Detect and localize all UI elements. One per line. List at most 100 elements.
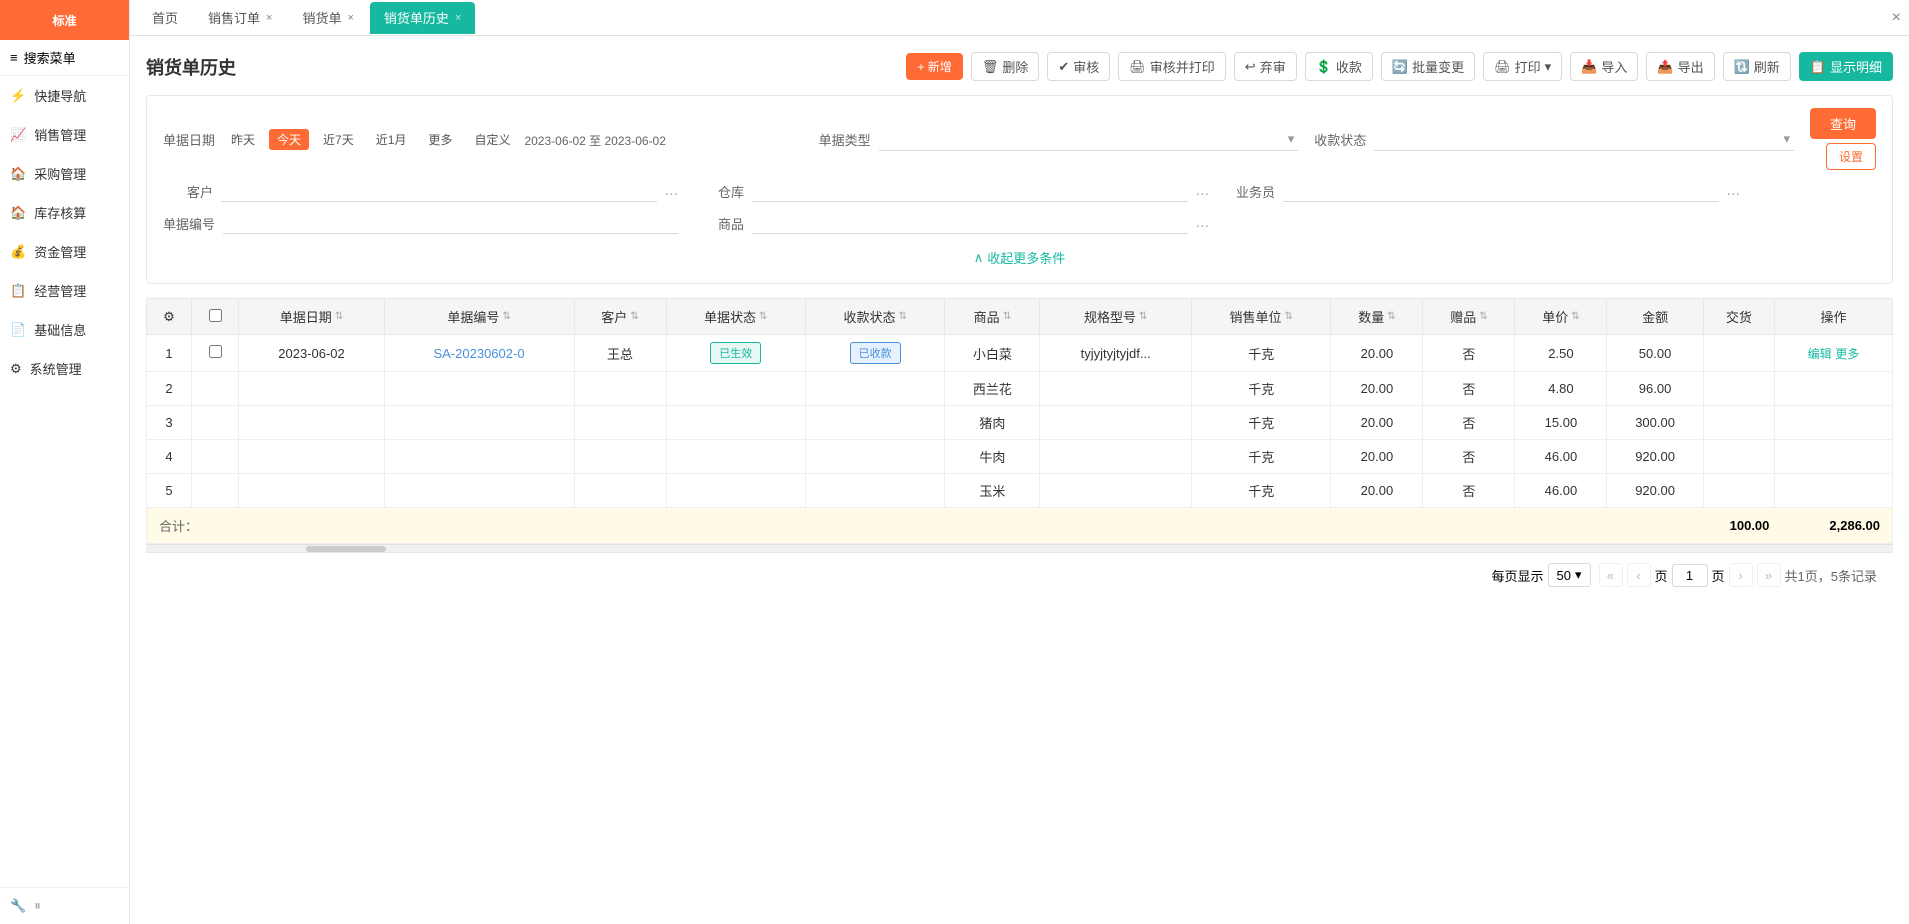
row-actions-2 [1774,406,1892,440]
abandon-button[interactable]: ↩ 弃审 [1234,52,1297,81]
row-checkbox-4[interactable] [192,474,239,508]
sidebar-logo: 标准 [0,0,129,40]
unit-price-sort-icon[interactable]: ⇅ [1571,311,1579,322]
row-index-3: 4 [147,440,192,474]
batch-change-button[interactable]: 🔄 批量变更 [1381,52,1475,81]
print-button[interactable]: 🖨 打印 ▾ [1483,52,1562,81]
doc-type-select[interactable]: ▾ [879,128,1299,151]
sidebar-item-sales-mgmt[interactable]: 📈 销售管理 [0,115,129,154]
sales-rep-dots[interactable]: ... [1727,182,1740,200]
delete-icon: 🗑 [982,59,999,75]
sales-unit-sort-icon[interactable]: ⇅ [1285,311,1293,322]
sidebar-item-label: 搜索菜单 [24,48,76,67]
date-chip-1month[interactable]: 近1月 [368,129,415,150]
warehouse-dots[interactable]: ... [1196,182,1209,200]
tab-sales-order-close[interactable]: × [266,12,272,24]
export-button[interactable]: 📤 导出 [1646,52,1714,81]
action-link[interactable]: 编辑 [1808,347,1832,361]
doc-status-sort-icon[interactable]: ⇅ [759,311,767,322]
customer-sort-icon[interactable]: ⇅ [630,311,638,322]
sidebar-item-search-menu[interactable]: ≡ 搜索菜单 [0,40,129,76]
new-button[interactable]: + 新增 [906,53,962,80]
date-chip-yesterday[interactable]: 昨天 [223,129,263,150]
page-title: 销货单历史 [146,54,906,80]
date-chip-today[interactable]: 今天 [269,129,309,150]
tab-home[interactable]: 首页 [138,2,192,34]
filter-customer-field: 客户 ... [163,180,678,202]
goods-sort-icon[interactable]: ⇅ [1003,311,1011,322]
row-spec-type-2 [1040,406,1192,440]
refresh-button[interactable]: 🔃 刷新 [1723,52,1791,81]
scroll-thumb[interactable] [306,546,386,552]
sidebar-item-purchase-mgmt[interactable]: 🏠 采购管理 [0,154,129,193]
row-collect-status-1 [805,372,944,406]
setting-button[interactable]: 设置 [1826,143,1876,170]
sidebar-item-system-mgmt[interactable]: ⚙ 系统管理 [0,349,129,388]
collect-status-select[interactable]: ▾ [1374,128,1794,151]
doc-no-input[interactable] [223,212,678,234]
row-sales-unit-2: 千克 [1191,406,1330,440]
row-checkbox-3[interactable] [192,440,239,474]
horizontal-scrollbar[interactable] [146,544,1893,552]
doc-no-link[interactable]: SA-20230602-0 [433,346,524,361]
page-number-input[interactable] [1672,564,1708,587]
search-menu-icon: ≡ [10,50,18,65]
sidebar-item-inventory-calc[interactable]: 🏠 库存核算 [0,193,129,232]
row-sales-unit-0: 千克 [1191,335,1330,372]
tab-sales-history[interactable]: 销货单历史 × [370,2,475,34]
next-page-button[interactable]: › [1729,563,1753,587]
prev-page-button[interactable]: ‹ [1627,563,1651,587]
first-page-button[interactable]: « [1599,563,1623,587]
row-checkbox-2[interactable] [192,406,239,440]
row-customer-3 [574,440,666,474]
row-checkbox-1[interactable] [192,372,239,406]
sidebar-item-finance-mgmt[interactable]: 💰 资金管理 [0,232,129,271]
last-page-button[interactable]: » [1757,563,1781,587]
show-detail-button[interactable]: 📋 显示明细 [1799,52,1893,81]
collect-button[interactable]: 💲 收款 [1305,52,1373,81]
collapse-button[interactable]: ∧ 收起更多条件 [163,244,1876,271]
sidebar-item-ops-mgmt[interactable]: 📋 经营管理 [0,271,129,310]
date-chip-custom[interactable]: 自定义 [466,129,518,150]
collect-status-sort-icon[interactable]: ⇅ [898,311,906,322]
sidebar-item-basic-info[interactable]: 📄 基础信息 [0,310,129,349]
table-settings-icon[interactable]: ⚙ [163,309,175,324]
row-amount-3: 920.00 [1607,440,1703,474]
sidebar-bottom-icon1[interactable]: 🔧 [10,898,26,914]
tabbar-window-close[interactable]: × [1892,9,1901,27]
date-chip-more[interactable]: 更多 [420,129,460,150]
tab-sales-order[interactable]: 销售订单 × [194,2,286,34]
select-all-checkbox[interactable] [209,309,222,322]
doc-no-sort-icon[interactable]: ⇅ [502,311,510,322]
action-link[interactable]: 更多 [1835,347,1859,361]
sales-rep-input[interactable] [1283,180,1719,202]
row-quantity-3: 20.00 [1331,440,1423,474]
row-doc-no-1 [384,372,574,406]
col-settings[interactable]: ⚙ [147,299,192,335]
delete-button[interactable]: 🗑 删除 [971,52,1040,81]
row-checkbox-0[interactable] [192,335,239,372]
spec-type-sort-icon[interactable]: ⇅ [1139,311,1147,322]
tab-sales-delivery[interactable]: 销货单 × [288,2,367,34]
warehouse-input[interactable] [752,180,1188,202]
audit-print-button[interactable]: 🖨 审核并打印 [1118,52,1226,81]
query-button[interactable]: 查询 [1810,108,1876,139]
page-size-dropdown[interactable]: 50 ▾ [1548,563,1591,587]
goods-input[interactable] [752,212,1188,234]
audit-button[interactable]: ✔ 审核 [1047,52,1110,81]
date-chip-7days[interactable]: 近7天 [315,129,362,150]
sidebar-bottom-icon2[interactable]: ⏸ [34,898,41,914]
customer-input[interactable] [221,180,657,202]
row-checkbox[interactable] [209,345,222,358]
row-doc-status-2 [666,406,805,440]
gift-sort-icon[interactable]: ⇅ [1479,311,1487,322]
sidebar-item-quick-nav[interactable]: ⚡ 快捷导航 [0,76,129,115]
tab-sales-history-close[interactable]: × [455,12,461,24]
tab-sales-delivery-close[interactable]: × [347,12,353,24]
quantity-sort-icon[interactable]: ⇅ [1387,311,1395,322]
customer-dots[interactable]: ... [665,182,678,200]
doc-date-sort-icon[interactable]: ⇅ [335,311,343,322]
audit-icon: ✔ [1058,59,1069,75]
import-button[interactable]: 📥 导入 [1570,52,1638,81]
goods-dots[interactable]: ... [1196,214,1209,232]
